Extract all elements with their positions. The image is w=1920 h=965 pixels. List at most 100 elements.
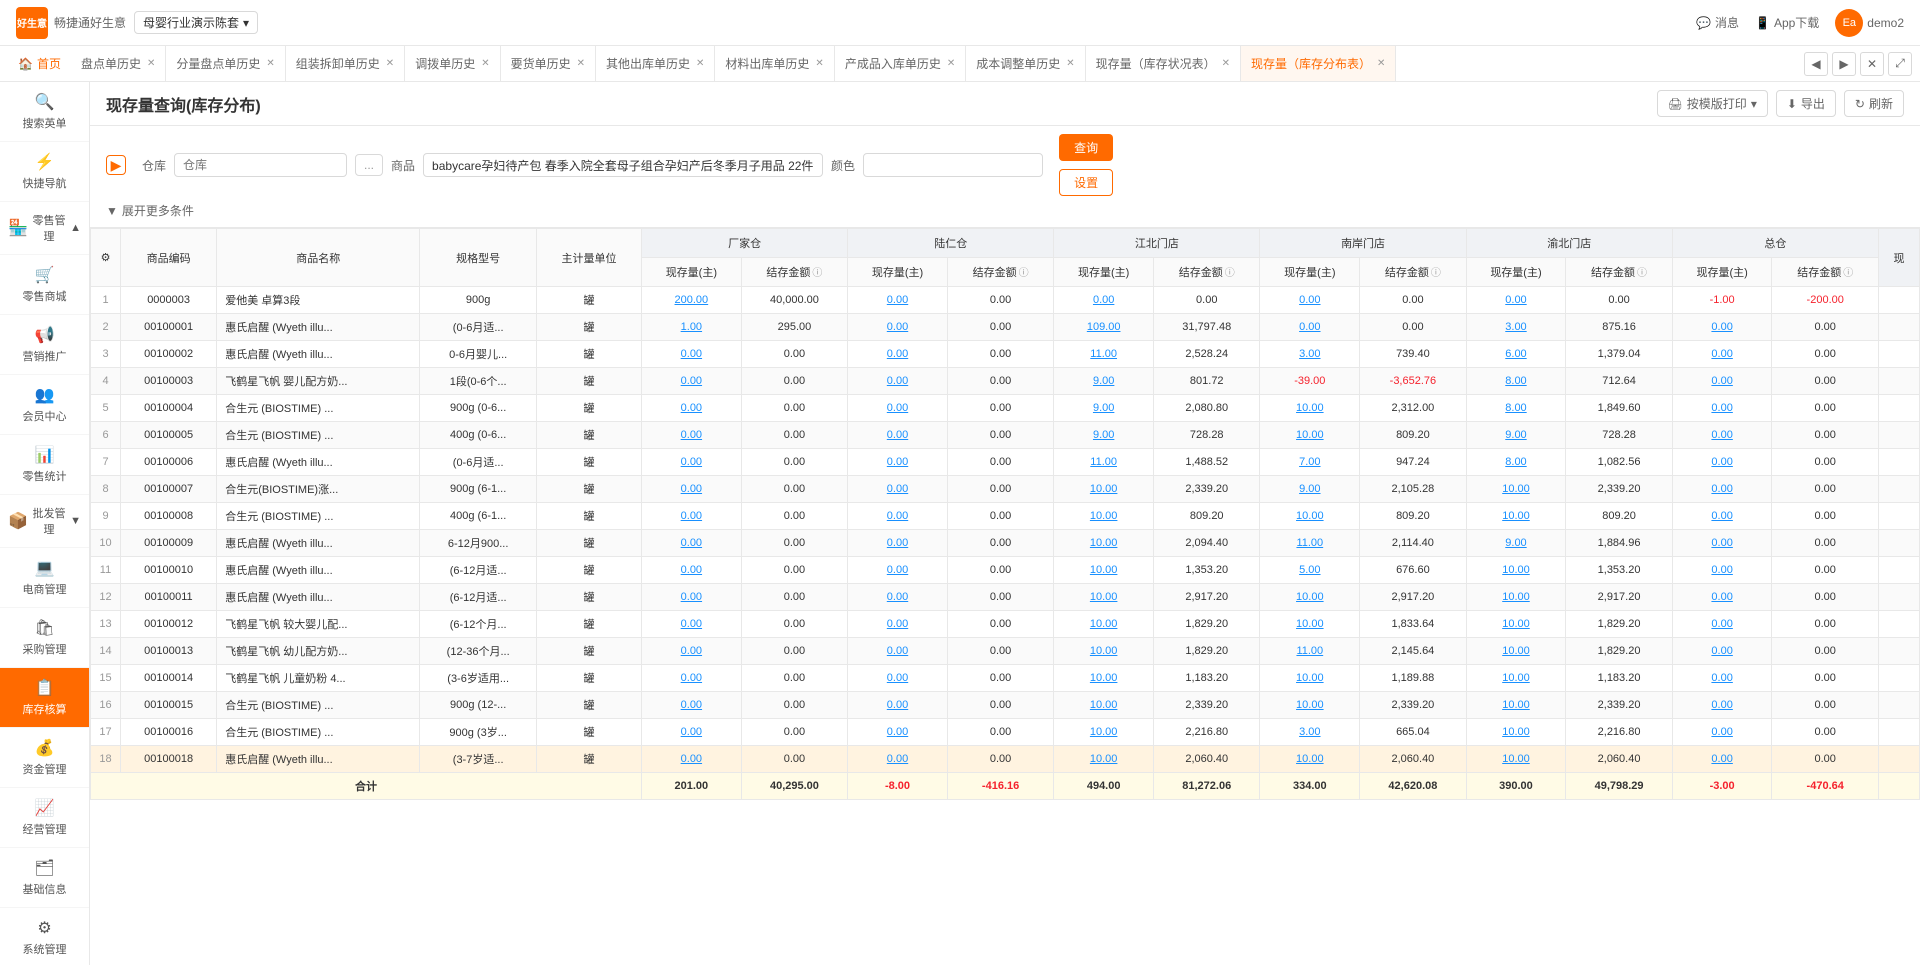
expand-arrow-btn[interactable]: ▶ [106, 155, 126, 175]
na-stock-link[interactable]: 11.00 [1296, 537, 1323, 549]
query-btn[interactable]: 查询 [1059, 134, 1113, 161]
tab-close-other-out[interactable]: ✕ [696, 58, 704, 69]
cell-t-stock[interactable]: -1.00 [1672, 287, 1772, 314]
user-btn[interactable]: Ea demo2 [1835, 9, 1904, 37]
jb-stock-link[interactable]: 9.00 [1093, 402, 1114, 414]
cell-t-stock[interactable]: 0.00 [1672, 341, 1772, 368]
tab-prev-btn[interactable]: ◀ [1804, 52, 1828, 76]
cell-t-stock[interactable]: 0.00 [1672, 692, 1772, 719]
lh-amt-info-icon[interactable]: ⓘ [1019, 268, 1029, 279]
cell-f-stock[interactable]: 200.00 [642, 287, 742, 314]
sidebar-item-retail-store[interactable]: 🛒 零售商城 [0, 255, 89, 315]
lh-stock-link[interactable]: 0.00 [887, 645, 908, 657]
na-stock-link[interactable]: 10.00 [1296, 753, 1324, 765]
cell-f-stock[interactable]: 1.00 [642, 314, 742, 341]
sidebar-item-marketing[interactable]: 📢 营销推广 [0, 315, 89, 375]
cell-f-stock[interactable]: 0.00 [642, 341, 742, 368]
jb-stock-link[interactable]: 9.00 [1093, 375, 1114, 387]
warehouse-input[interactable] [174, 153, 347, 177]
jb-stock-link[interactable]: 10.00 [1090, 537, 1118, 549]
tab-transfer[interactable]: 调拨单历史 ✕ [405, 46, 500, 82]
export-btn[interactable]: ⬇ 导出 [1776, 90, 1836, 117]
yb-stock-link[interactable]: 6.00 [1505, 348, 1526, 360]
cell-yb-stock[interactable]: 10.00 [1466, 692, 1566, 719]
cell-na-stock[interactable]: 10.00 [1260, 395, 1360, 422]
cell-lh-stock[interactable]: 0.00 [848, 449, 948, 476]
cell-jb-stock[interactable]: 10.00 [1054, 719, 1154, 746]
sidebar-item-ecommerce[interactable]: 💻 电商管理 [0, 548, 89, 608]
sidebar-item-quick-nav[interactable]: ⚡ 快捷导航 [0, 142, 89, 202]
t-stock-link[interactable]: 0.00 [1711, 672, 1732, 684]
cell-lh-stock[interactable]: 0.00 [848, 395, 948, 422]
t-stock-link[interactable]: 0.00 [1711, 699, 1732, 711]
yb-stock-link[interactable]: 10.00 [1502, 672, 1530, 684]
t-stock-link[interactable]: 0.00 [1711, 645, 1732, 657]
yb-stock-link[interactable]: 10.00 [1502, 618, 1530, 630]
t-stock-link[interactable]: 0.00 [1711, 591, 1732, 603]
tab-home[interactable]: 🏠 首页 [8, 46, 71, 82]
t-stock-link[interactable]: 0.00 [1711, 483, 1732, 495]
yb-stock-link[interactable]: 10.00 [1502, 483, 1530, 495]
color-input[interactable] [863, 153, 1043, 177]
tab-inventory-record[interactable]: 盘点单历史 ✕ [71, 46, 166, 82]
cell-na-stock[interactable]: 10.00 [1260, 611, 1360, 638]
cell-na-stock[interactable]: 11.00 [1260, 530, 1360, 557]
cell-f-stock[interactable]: 0.00 [642, 557, 742, 584]
f-stock-link[interactable]: 0.00 [681, 348, 702, 360]
cell-f-stock[interactable]: 0.00 [642, 746, 742, 773]
cell-na-stock[interactable]: 3.00 [1260, 341, 1360, 368]
jb-stock-link[interactable]: 109.00 [1087, 321, 1121, 333]
na-stock-link[interactable]: 0.00 [1299, 294, 1320, 306]
cell-na-stock[interactable]: 10.00 [1260, 503, 1360, 530]
na-stock-link[interactable]: 9.00 [1299, 483, 1320, 495]
cell-f-stock[interactable]: 0.00 [642, 692, 742, 719]
cell-yb-stock[interactable]: 10.00 [1466, 557, 1566, 584]
msg-btn[interactable]: 💬 消息 [1696, 14, 1739, 31]
tab-close-material-out[interactable]: ✕ [815, 58, 823, 69]
cell-na-stock[interactable]: 10.00 [1260, 422, 1360, 449]
na-stock-link[interactable]: 10.00 [1296, 672, 1324, 684]
cell-f-stock[interactable]: 0.00 [642, 476, 742, 503]
lh-stock-link[interactable]: 0.00 [887, 672, 908, 684]
jb-stock-link[interactable]: 11.00 [1090, 456, 1117, 468]
f-stock-link[interactable]: 0.00 [681, 753, 702, 765]
tab-close-all-btn[interactable]: ✕ [1860, 52, 1884, 76]
cell-lh-stock[interactable]: 0.00 [848, 665, 948, 692]
cell-lh-stock[interactable]: 0.00 [848, 638, 948, 665]
t-amt-info-icon[interactable]: ⓘ [1843, 268, 1853, 279]
jb-stock-link[interactable]: 10.00 [1090, 699, 1118, 711]
cell-yb-stock[interactable]: 10.00 [1466, 665, 1566, 692]
f-stock-link[interactable]: 0.00 [681, 402, 702, 414]
cell-lh-stock[interactable]: 0.00 [848, 530, 948, 557]
cell-yb-stock[interactable]: 10.00 [1466, 503, 1566, 530]
cell-na-stock[interactable]: 7.00 [1260, 449, 1360, 476]
print-btn[interactable]: 🖨 按模版打印 ▾ [1657, 90, 1768, 117]
cell-na-stock[interactable]: 0.00 [1260, 314, 1360, 341]
cell-yb-stock[interactable]: 9.00 [1466, 422, 1566, 449]
na-stock-link[interactable]: 11.00 [1296, 645, 1323, 657]
t-stock-link[interactable]: 0.00 [1711, 402, 1732, 414]
lh-stock-link[interactable]: 0.00 [887, 402, 908, 414]
tab-close-transfer[interactable]: ✕ [481, 58, 489, 69]
cell-t-stock[interactable]: 0.00 [1672, 665, 1772, 692]
filter-more-btn[interactable]: ▼ 展开更多条件 [106, 202, 1904, 219]
f-stock-link[interactable]: 0.00 [681, 591, 702, 603]
cell-lh-stock[interactable]: 0.00 [848, 422, 948, 449]
yb-stock-link[interactable]: 10.00 [1502, 699, 1530, 711]
lh-stock-link[interactable]: 0.00 [887, 456, 908, 468]
cell-lh-stock[interactable]: 0.00 [848, 557, 948, 584]
lh-stock-link[interactable]: 0.00 [887, 483, 908, 495]
sidebar-item-purchase[interactable]: 🛍 采购管理 [0, 608, 89, 668]
na-stock-link[interactable]: 3.00 [1299, 726, 1320, 738]
na-stock-link[interactable]: -39.00 [1294, 375, 1325, 387]
cell-t-stock[interactable]: 0.00 [1672, 503, 1772, 530]
cell-na-stock[interactable]: 0.00 [1260, 287, 1360, 314]
cell-t-stock[interactable]: 0.00 [1672, 638, 1772, 665]
cell-f-stock[interactable]: 0.00 [642, 368, 742, 395]
f-stock-link[interactable]: 0.00 [681, 645, 702, 657]
na-stock-link[interactable]: 10.00 [1296, 429, 1324, 441]
yb-stock-link[interactable]: 8.00 [1505, 456, 1526, 468]
app-download-btn[interactable]: 📱 App下载 [1755, 14, 1819, 31]
tab-material-out[interactable]: 材料出库单历史 ✕ [715, 46, 834, 82]
t-stock-link[interactable]: 0.00 [1711, 429, 1732, 441]
